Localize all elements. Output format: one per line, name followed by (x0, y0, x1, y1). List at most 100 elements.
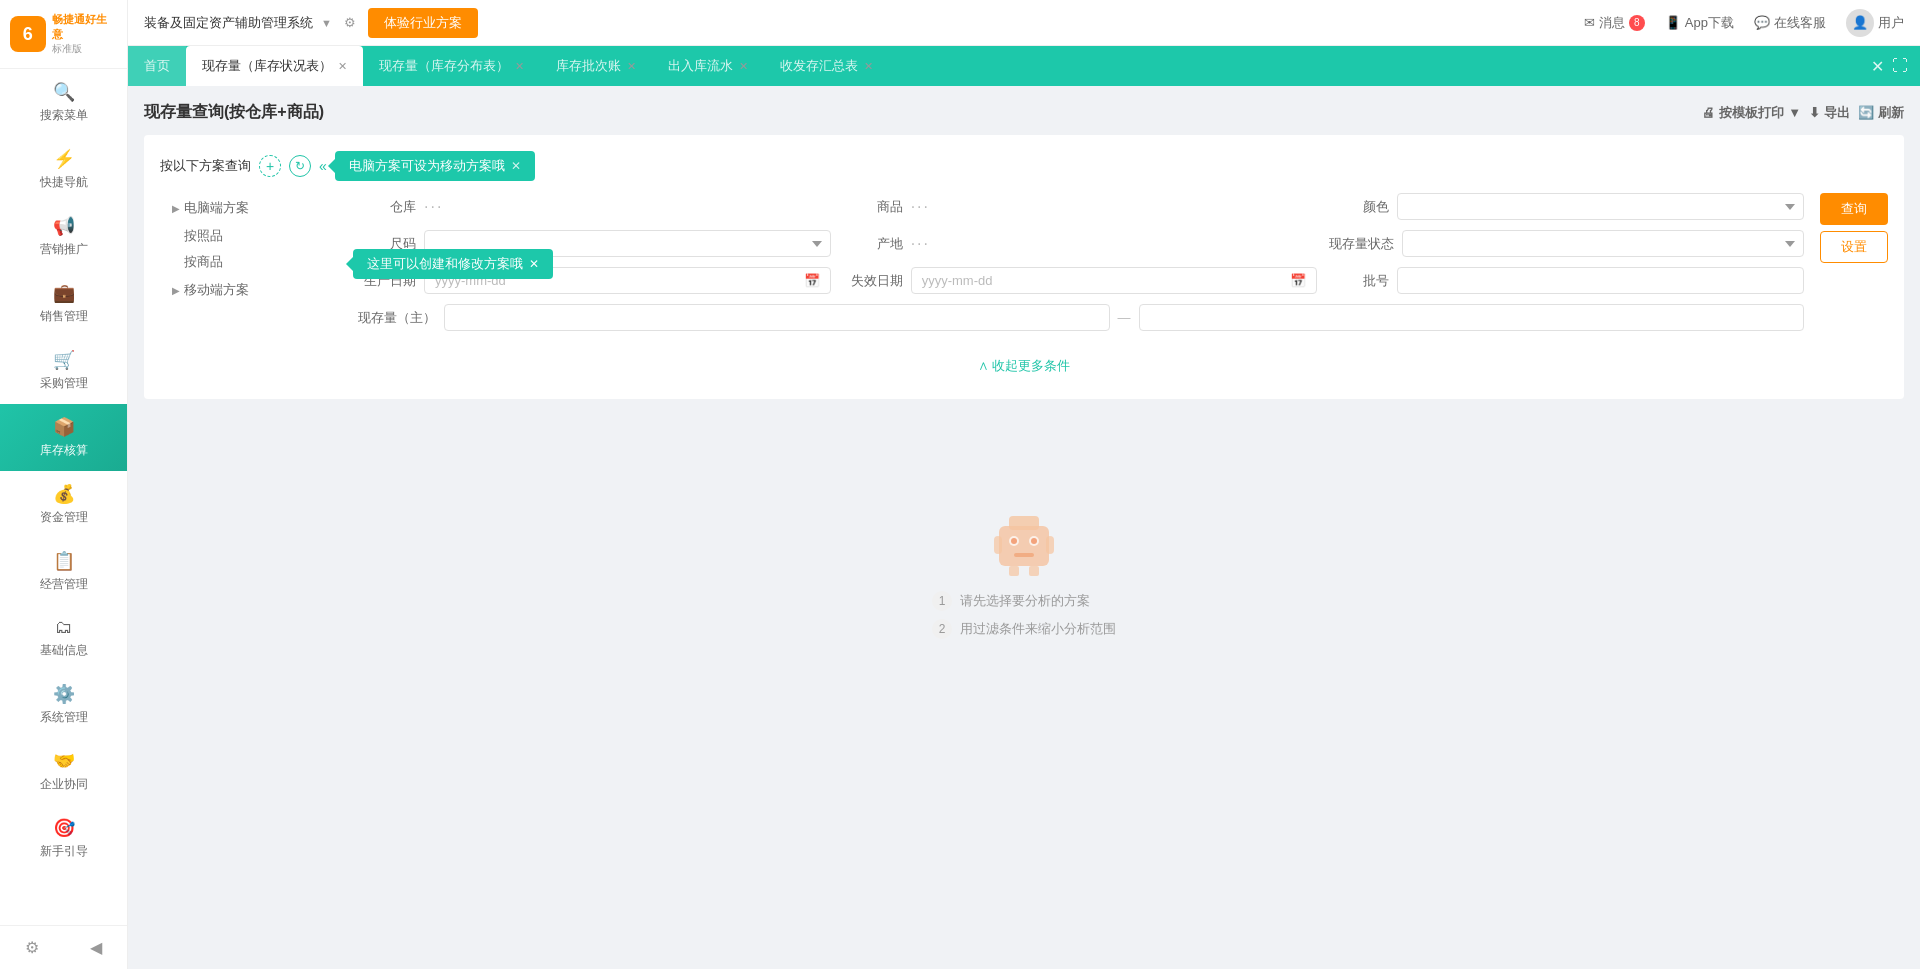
chevron-up-icon: ∧ (978, 358, 989, 373)
gear-icon[interactable]: ⚙ (344, 15, 356, 30)
export-button[interactable]: ⬇ 导出 (1809, 104, 1850, 122)
scheme-tooltip-2: 这里可以创建和修改方案哦 ✕ (353, 249, 553, 279)
sidebar-item-system[interactable]: ⚙️ 系统管理 (0, 671, 127, 738)
tab-close-icon[interactable]: ✕ (338, 60, 347, 73)
goods-dots: ··· (911, 198, 930, 216)
tab-label: 收发存汇总表 (780, 57, 858, 75)
svg-rect-1 (1009, 516, 1039, 530)
topbar-right: ✉ 消息 8 📱 App下载 💬 在线客服 👤 用户 (1584, 9, 1904, 37)
scheme-tooltip-close-button[interactable]: ✕ (511, 159, 521, 173)
sidebar-item-label: 新手引导 (40, 843, 88, 860)
scheme-list-container: ▶ 电脑端方案 按照品 按商品 ▶ 移动端方案 (160, 193, 340, 339)
expand-button[interactable]: ⛶ (1892, 57, 1908, 75)
sidebar-item-label: 基础信息 (40, 642, 88, 659)
collapse-sidebar-button[interactable]: ◀ (90, 938, 102, 957)
sidebar-item-finance[interactable]: 💰 资金管理 (0, 471, 127, 538)
service-icon: 💬 (1754, 15, 1770, 30)
empty-tip-1: 1 请先选择要分析的方案 (932, 591, 1116, 611)
message-icon: ✉ (1584, 15, 1595, 30)
color-select[interactable] (1397, 193, 1804, 220)
system-selector[interactable]: 装备及固定资产辅助管理系统 ▼ (144, 14, 332, 32)
pc-scheme-item[interactable]: ▶ 电脑端方案 (160, 193, 340, 223)
trial-button[interactable]: 体验行业方案 (368, 8, 478, 38)
sidebar-bottom: ⚙ ◀ (0, 925, 127, 969)
scheme-sub-item[interactable]: 按照品 (160, 223, 340, 249)
filter-add-button[interactable]: + (259, 155, 281, 177)
batch-no-input[interactable] (1397, 267, 1804, 294)
stock-max-input[interactable] (1139, 304, 1805, 331)
marketing-icon: 📢 (53, 215, 75, 237)
collapse-bar[interactable]: ∧ 收起更多条件 (160, 349, 1888, 383)
filter-panel: 按以下方案查询 + ↻ « 电脑方案可设为移动方案哦 ✕ ▶ 电脑端方案 (144, 135, 1904, 399)
close-tab-button[interactable]: ✕ (1871, 57, 1884, 76)
tab-batch-ledger[interactable]: 库存批次账 ✕ (540, 46, 652, 86)
empty-state: 1 请先选择要分析的方案 2 用过滤条件来缩小分析范围 (144, 411, 1904, 719)
message-badge: 8 (1629, 15, 1645, 31)
sidebar-item-inventory[interactable]: 📦 库存核算 (0, 404, 127, 471)
filter-cycle-button[interactable]: ↻ (289, 155, 311, 177)
range-separator: — (1118, 310, 1131, 325)
sidebar-item-quicknav[interactable]: ⚡ 快捷导航 (0, 136, 127, 203)
sidebar-item-search[interactable]: 🔍 搜索菜单 (0, 69, 127, 136)
tab-inout-flow[interactable]: 出入库流水 ✕ (652, 46, 764, 86)
expiry-date-label: 失效日期 (843, 272, 903, 290)
sidebar-item-enterprise[interactable]: 🤝 企业协同 (0, 738, 127, 805)
filter-fields: 仓库 ··· 商品 ··· 颜色 (356, 193, 1804, 339)
sidebar-item-basic[interactable]: 🗂 基础信息 (0, 605, 127, 671)
sidebar-logo: 6 畅捷通好生意 标准版 (0, 0, 127, 69)
sidebar-item-purchase[interactable]: 🛒 采购管理 (0, 337, 127, 404)
online-service-button[interactable]: 💬 在线客服 (1754, 14, 1826, 32)
filter-arrow-button[interactable]: « (319, 158, 327, 174)
sidebar-item-sales[interactable]: 💼 销售管理 (0, 270, 127, 337)
empty-tip-2: 2 用过滤条件来缩小分析范围 (932, 619, 1116, 639)
sidebar-item-marketing[interactable]: 📢 营销推广 (0, 203, 127, 270)
print-button[interactable]: 🖨 按模板打印 ▼ (1702, 104, 1801, 122)
tab-label: 现存量（库存状况表） (202, 57, 332, 75)
stock-status-select[interactable] (1402, 230, 1804, 257)
empty-tips: 1 请先选择要分析的方案 2 用过滤条件来缩小分析范围 (932, 591, 1116, 639)
stock-min-input[interactable] (444, 304, 1110, 331)
sidebar-item-guide[interactable]: 🎯 新手引导 (0, 805, 127, 872)
refresh-button[interactable]: 🔄 刷新 (1858, 104, 1904, 122)
tab-home-label: 首页 (144, 57, 170, 75)
tab-shipment-summary[interactable]: 收发存汇总表 ✕ (764, 46, 889, 86)
sidebar-item-label: 系统管理 (40, 709, 88, 726)
svg-rect-10 (1029, 566, 1039, 576)
tab-close-icon[interactable]: ✕ (515, 60, 524, 73)
tab-close-icon[interactable]: ✕ (739, 60, 748, 73)
chevron-down-icon: ▼ (321, 17, 332, 29)
goods-label: 商品 (843, 198, 903, 216)
tab-label: 库存批次账 (556, 57, 621, 75)
expiry-date-input[interactable]: yyyy-mm-dd 📅 (911, 267, 1318, 294)
user-menu-button[interactable]: 👤 用户 (1846, 9, 1904, 37)
filter-header-label: 按以下方案查询 (160, 157, 251, 175)
sidebar-item-label: 销售管理 (40, 308, 88, 325)
sidebar-item-label: 快捷导航 (40, 174, 88, 191)
tab-close-icon[interactable]: ✕ (864, 60, 873, 73)
tab-inventory-status[interactable]: 现存量（库存状况表） ✕ (186, 46, 363, 86)
tab-home[interactable]: 首页 (128, 46, 186, 86)
tab-label: 出入库流水 (668, 57, 733, 75)
logo-text: 畅捷通好生意 标准版 (52, 12, 117, 56)
warehouse-dots: ··· (424, 198, 443, 216)
app-download-button[interactable]: 📱 App下载 (1665, 14, 1734, 32)
query-button[interactable]: 查询 (1820, 193, 1888, 225)
svg-point-5 (1031, 538, 1037, 544)
reset-button[interactable]: 设置 (1820, 231, 1888, 263)
tab-close-icon[interactable]: ✕ (627, 60, 636, 73)
filter-origin: 产地 ··· (843, 230, 1318, 257)
sidebar-item-label: 营销推广 (40, 241, 88, 258)
scheme-sub-item-2[interactable]: 按商品 (160, 249, 340, 275)
settings-button[interactable]: ⚙ (25, 938, 39, 957)
scheme-tooltip-2-close-button[interactable]: ✕ (529, 257, 539, 271)
message-button[interactable]: ✉ 消息 8 (1584, 14, 1645, 32)
mobile-scheme-item[interactable]: ▶ 移动端方案 (160, 275, 340, 305)
filter-buttons: 查询 设置 (1820, 193, 1888, 339)
system-name: 装备及固定资产辅助管理系统 (144, 14, 313, 32)
tab-inventory-dist[interactable]: 现存量（库存分布表） ✕ (363, 46, 540, 86)
tabs-bar: 首页 现存量（库存状况表） ✕ 现存量（库存分布表） ✕ 库存批次账 ✕ 出入库… (128, 46, 1920, 86)
page-title-bar: 现存量查询(按仓库+商品) 🖨 按模板打印 ▼ ⬇ 导出 🔄 刷新 (144, 102, 1904, 123)
chevron-down-icon: ▼ (1788, 105, 1801, 120)
sidebar-item-operations[interactable]: 📋 经营管理 (0, 538, 127, 605)
filter-stock-status: 现存量状态 (1329, 230, 1804, 257)
